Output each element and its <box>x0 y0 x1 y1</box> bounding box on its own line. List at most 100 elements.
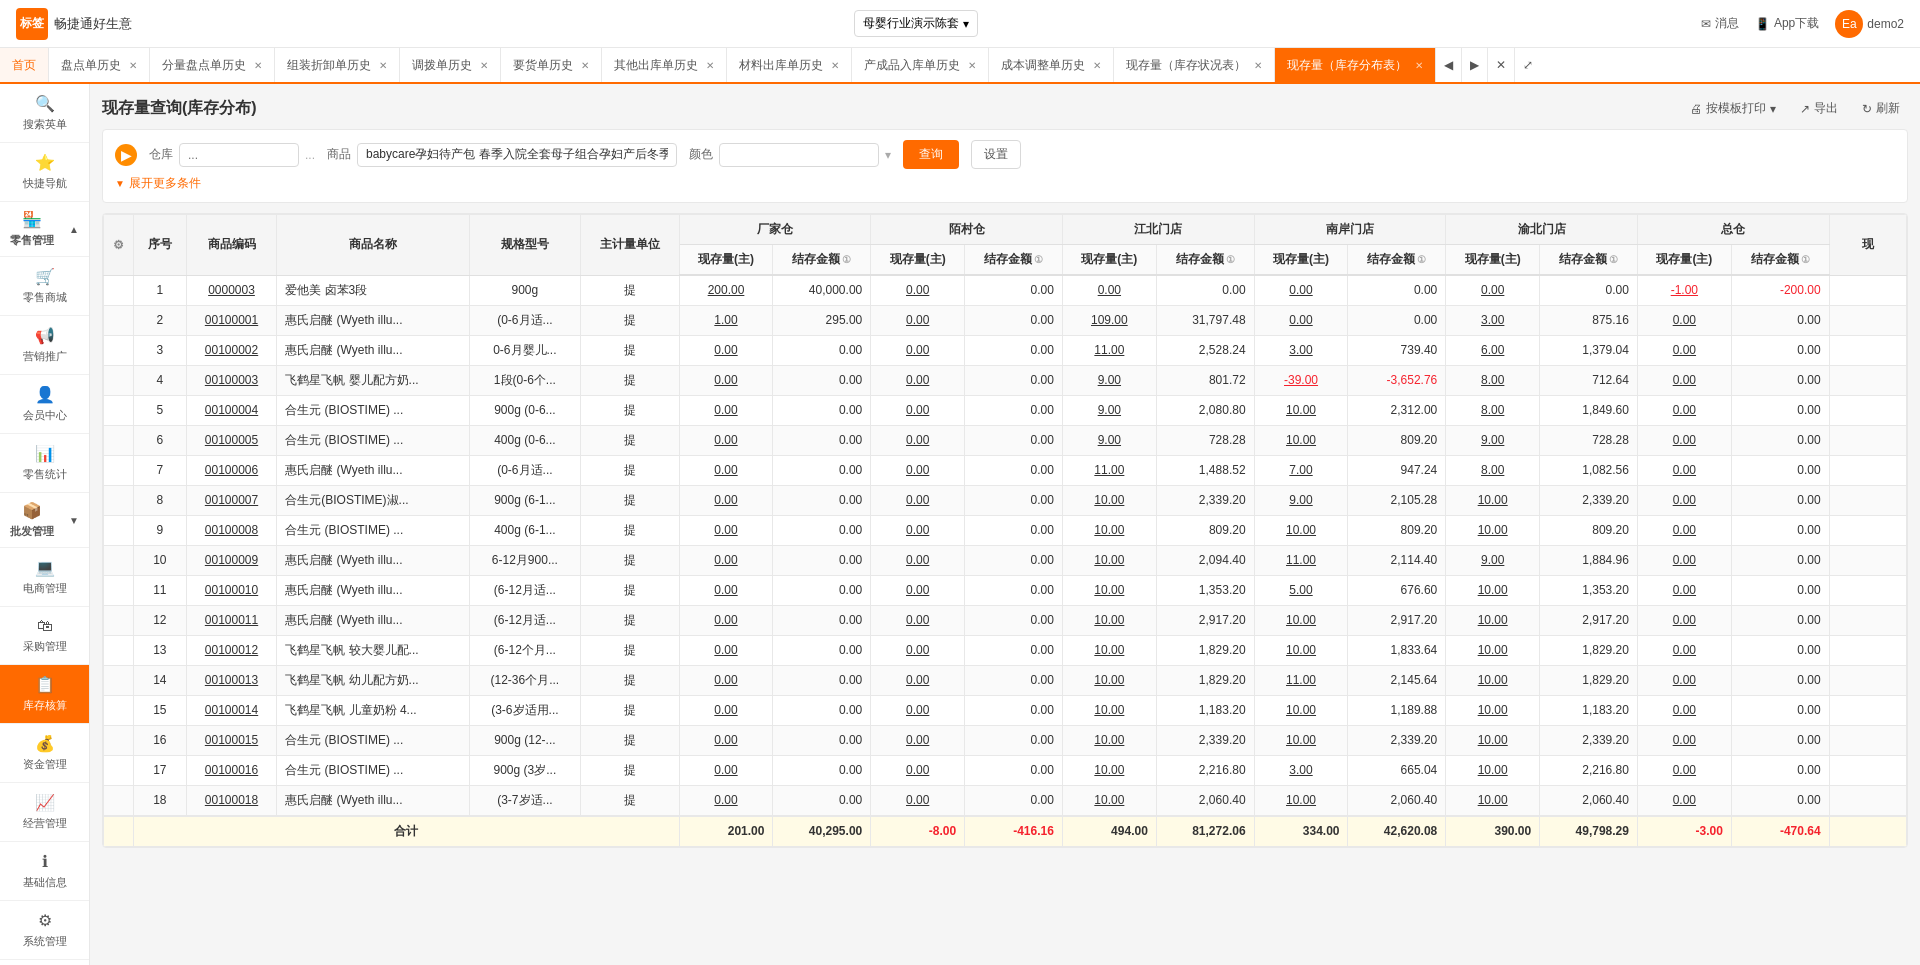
cell-yb-qty[interactable]: 8.00 <box>1446 455 1540 485</box>
cell-cj-qty[interactable]: 0.00 <box>679 485 773 515</box>
sidebar-item-shop[interactable]: 🛒 零售商城 <box>0 257 89 316</box>
cell-na-qty[interactable]: 0.00 <box>1254 275 1348 305</box>
cell-na-qty[interactable]: 3.00 <box>1254 335 1348 365</box>
cell-na-qty[interactable]: 10.00 <box>1254 425 1348 455</box>
info-icon[interactable]: ① <box>1609 254 1618 265</box>
filter-expand-btn[interactable]: ▶ <box>115 144 137 166</box>
cell-code[interactable]: 00100009 <box>186 545 277 575</box>
cell-checkbox[interactable] <box>104 605 134 635</box>
cell-checkbox[interactable] <box>104 695 134 725</box>
cell-jb-qty[interactable]: 0.00 <box>1062 275 1156 305</box>
sidebar-item-operation[interactable]: 📈 经营管理 <box>0 783 89 842</box>
cell-cj-qty[interactable]: 0.00 <box>679 545 773 575</box>
tab-stock-dist[interactable]: 现存量（库存分布表） ✕ <box>1275 48 1436 82</box>
cell-cj-qty[interactable]: 0.00 <box>679 365 773 395</box>
cell-total-qty[interactable]: 0.00 <box>1637 335 1731 365</box>
cell-mc-qty[interactable]: 0.00 <box>871 695 965 725</box>
cell-code[interactable]: 00100001 <box>186 305 277 335</box>
close-icon[interactable]: ✕ <box>1415 60 1423 71</box>
cell-jb-qty[interactable]: 10.00 <box>1062 665 1156 695</box>
cell-total-qty[interactable]: 0.00 <box>1637 455 1731 485</box>
close-icon[interactable]: ✕ <box>379 60 387 71</box>
cell-na-qty[interactable]: 11.00 <box>1254 665 1348 695</box>
close-icon[interactable]: ✕ <box>1093 60 1101 71</box>
close-icon[interactable]: ✕ <box>706 60 714 71</box>
cell-checkbox[interactable] <box>104 365 134 395</box>
filter-expand-more[interactable]: ▼ 展开更多条件 <box>115 175 1895 192</box>
cell-jb-qty[interactable]: 10.00 <box>1062 545 1156 575</box>
cell-na-qty[interactable]: 10.00 <box>1254 695 1348 725</box>
close-icon[interactable]: ✕ <box>1254 60 1262 71</box>
cell-cj-qty[interactable]: 0.00 <box>679 695 773 725</box>
cell-code[interactable]: 00100015 <box>186 725 277 755</box>
cell-na-qty[interactable]: 10.00 <box>1254 605 1348 635</box>
cell-checkbox[interactable] <box>104 725 134 755</box>
tab-inventory-count[interactable]: 盘点单历史 ✕ <box>49 48 150 82</box>
cell-mc-qty[interactable]: 0.00 <box>871 335 965 365</box>
close-icon[interactable]: ✕ <box>831 60 839 71</box>
cell-mc-qty[interactable]: 0.00 <box>871 725 965 755</box>
cell-code[interactable]: 0000003 <box>186 275 277 305</box>
cell-cj-qty[interactable]: 200.00 <box>679 275 773 305</box>
cell-code[interactable]: 00100002 <box>186 335 277 365</box>
tab-expand-btn[interactable]: ⤢ <box>1515 48 1541 82</box>
sidebar-item-collab[interactable]: 🤝 企业协同 <box>0 960 89 965</box>
cell-cj-qty[interactable]: 0.00 <box>679 335 773 365</box>
cell-mc-qty[interactable]: 0.00 <box>871 575 965 605</box>
sidebar-item-system[interactable]: ⚙ 系统管理 <box>0 901 89 960</box>
cell-code[interactable]: 00100011 <box>186 605 277 635</box>
cell-total-qty[interactable]: 0.00 <box>1637 485 1731 515</box>
cell-total-qty[interactable]: 0.00 <box>1637 575 1731 605</box>
close-icon[interactable]: ✕ <box>129 60 137 71</box>
cell-na-qty[interactable]: 3.00 <box>1254 755 1348 785</box>
sidebar-item-ecommerce[interactable]: 💻 电商管理 <box>0 548 89 607</box>
tab-sub-count[interactable]: 分量盘点单历史 ✕ <box>150 48 275 82</box>
cell-checkbox[interactable] <box>104 515 134 545</box>
cell-total-qty[interactable]: 0.00 <box>1637 365 1731 395</box>
cell-cj-qty[interactable]: 0.00 <box>679 605 773 635</box>
cell-mc-qty[interactable]: 0.00 <box>871 365 965 395</box>
cell-na-qty[interactable]: 10.00 <box>1254 635 1348 665</box>
cell-cj-qty[interactable]: 0.00 <box>679 395 773 425</box>
sidebar-item-marketing[interactable]: 📢 营销推广 <box>0 316 89 375</box>
tab-home[interactable]: 首页 <box>0 48 49 82</box>
cell-yb-qty[interactable]: 10.00 <box>1446 665 1540 695</box>
cell-na-qty[interactable]: 10.00 <box>1254 725 1348 755</box>
cell-jb-qty[interactable]: 9.00 <box>1062 365 1156 395</box>
info-icon[interactable]: ① <box>1801 254 1810 265</box>
sidebar-item-inventory[interactable]: 📋 库存核算 <box>0 665 89 724</box>
cell-code[interactable]: 00100008 <box>186 515 277 545</box>
cell-total-qty[interactable]: 0.00 <box>1637 755 1731 785</box>
cell-code[interactable]: 00100004 <box>186 395 277 425</box>
cell-code[interactable]: 00100003 <box>186 365 277 395</box>
sidebar-item-retail[interactable]: 🏪 零售管理 ▲ <box>0 202 89 257</box>
cell-jb-qty[interactable]: 9.00 <box>1062 395 1156 425</box>
sidebar-item-purchase[interactable]: 🛍 采购管理 <box>0 607 89 665</box>
cell-cj-qty[interactable]: 0.00 <box>679 725 773 755</box>
cell-yb-qty[interactable]: 0.00 <box>1446 275 1540 305</box>
sidebar-item-basic[interactable]: ℹ 基础信息 <box>0 842 89 901</box>
cell-mc-qty[interactable]: 0.00 <box>871 275 965 305</box>
sidebar-item-retail-stats[interactable]: 📊 零售统计 <box>0 434 89 493</box>
tab-order[interactable]: 要货单历史 ✕ <box>501 48 602 82</box>
color-input[interactable] <box>719 143 879 167</box>
user-area[interactable]: Ea demo2 <box>1835 10 1904 38</box>
cell-total-qty[interactable]: 0.00 <box>1637 515 1731 545</box>
cell-checkbox[interactable] <box>104 485 134 515</box>
sidebar-item-quicknav[interactable]: ⭐ 快捷导航 <box>0 143 89 202</box>
cell-code[interactable]: 00100018 <box>186 785 277 816</box>
cell-checkbox[interactable] <box>104 425 134 455</box>
cell-jb-qty[interactable]: 9.00 <box>1062 425 1156 455</box>
tab-transfer[interactable]: 调拨单历史 ✕ <box>400 48 501 82</box>
cell-code[interactable]: 00100010 <box>186 575 277 605</box>
cell-code[interactable]: 00100007 <box>186 485 277 515</box>
settings-btn[interactable]: 设置 <box>971 140 1021 169</box>
cell-jb-qty[interactable]: 10.00 <box>1062 635 1156 665</box>
tab-assembly[interactable]: 组装折卸单历史 ✕ <box>275 48 400 82</box>
logo-area[interactable]: 标签 畅捷通好生意 <box>16 8 132 40</box>
cell-mc-qty[interactable]: 0.00 <box>871 635 965 665</box>
cell-jb-qty[interactable]: 11.00 <box>1062 335 1156 365</box>
cell-yb-qty[interactable]: 6.00 <box>1446 335 1540 365</box>
cell-code[interactable]: 00100013 <box>186 665 277 695</box>
cell-na-qty[interactable]: 11.00 <box>1254 545 1348 575</box>
